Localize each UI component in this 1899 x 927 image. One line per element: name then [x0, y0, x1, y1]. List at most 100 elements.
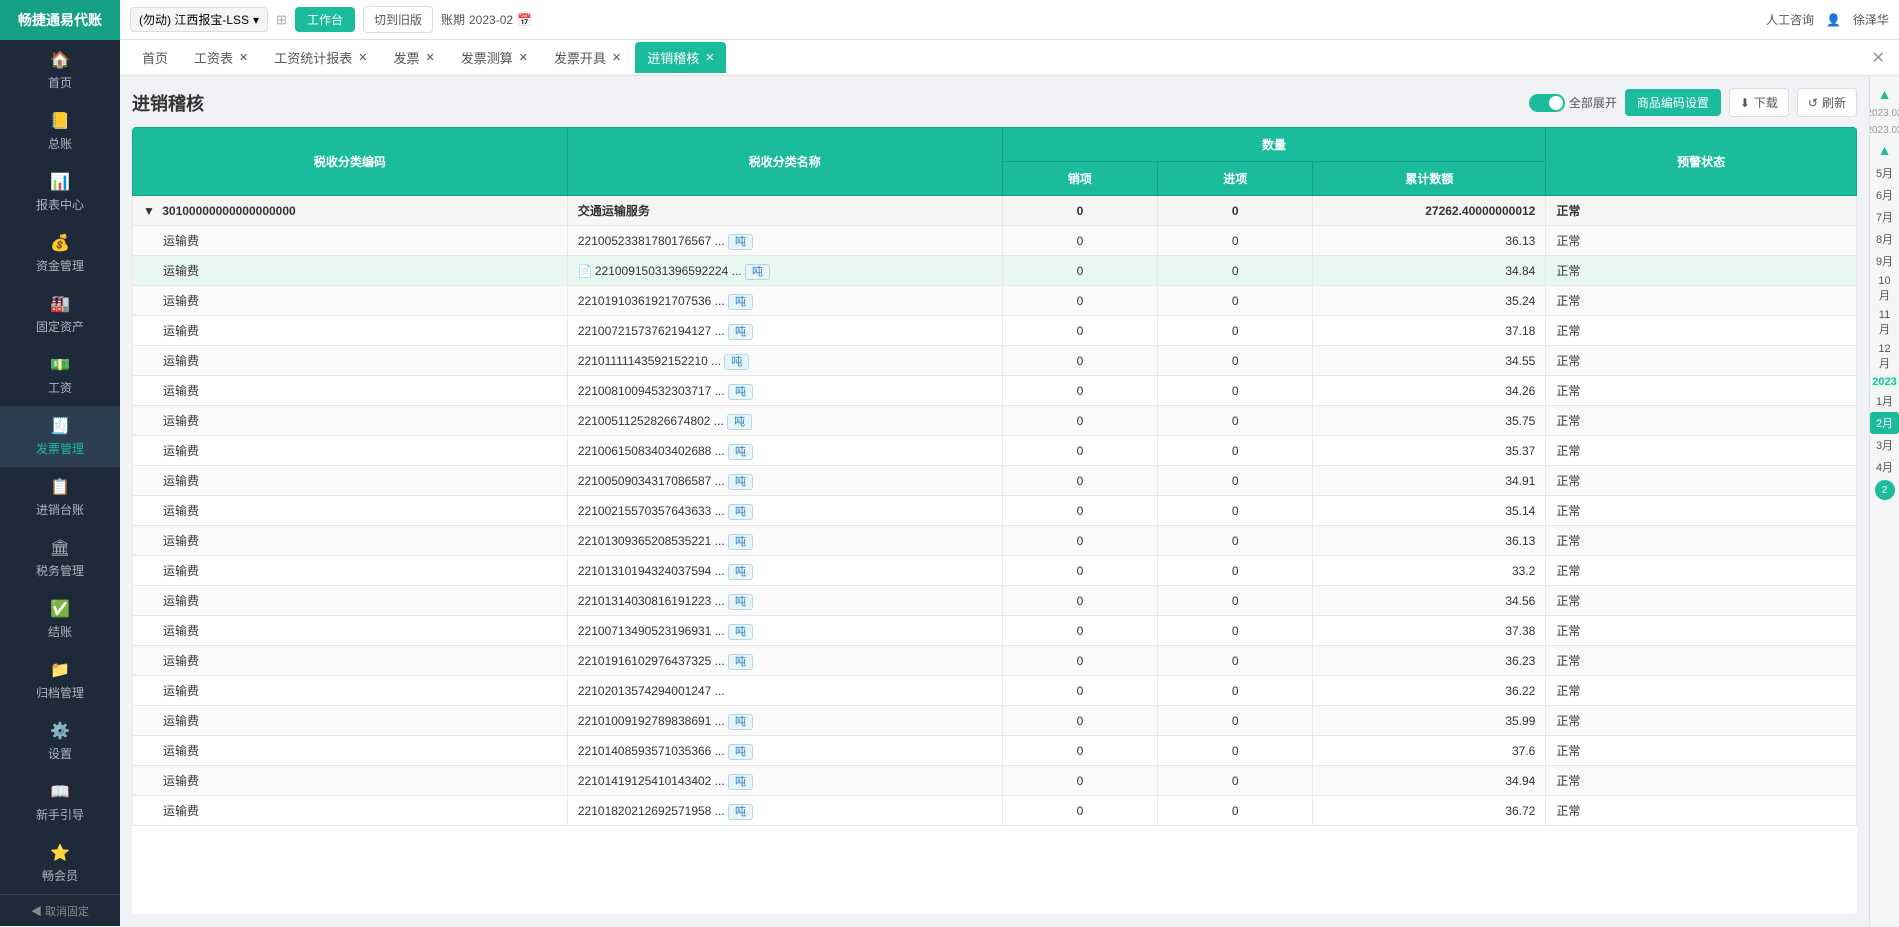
panel-up-arrow2[interactable]: ▲ — [1876, 140, 1894, 160]
table-container[interactable]: 税收分类编码 税收分类名称 数量 预警状态 销项 进项 累计数额 ▼ — [132, 127, 1857, 914]
unit-tag[interactable]: 吨 — [728, 534, 753, 550]
sidebar-icon-member: ⭐ — [50, 843, 70, 863]
cell-cumulative: 36.13 — [1313, 526, 1546, 556]
unit-tag[interactable]: 吨 — [728, 324, 753, 340]
month-item[interactable]: 2023 — [1870, 374, 1899, 390]
sidebar-item-home[interactable]: 🏠首页 — [0, 40, 120, 101]
tab-close-invoice[interactable]: ✕ — [426, 51, 435, 64]
month-item[interactable]: 7月 — [1870, 206, 1899, 228]
close-tab-btn[interactable]: ✕ — [1868, 48, 1889, 68]
company-selector[interactable]: (勿动) 江西报宝-LSS ▾ — [130, 7, 268, 32]
tab-close-salary[interactable]: ✕ — [239, 51, 248, 64]
tab-close-invoice-calc[interactable]: ✕ — [519, 51, 528, 64]
tab-invoice[interactable]: 发票✕ — [381, 42, 446, 73]
sidebar-item-member[interactable]: ⭐畅会员 — [0, 833, 120, 894]
panel-year-top2: 2023.02 — [1869, 123, 1899, 138]
sidebar-item-archive[interactable]: 📁归档管理 — [0, 650, 120, 711]
month-item[interactable]: 11月 — [1870, 306, 1899, 340]
switch-version-button[interactable]: 切到旧版 — [363, 6, 433, 33]
cell-sales: 0 — [1002, 256, 1157, 286]
month-item[interactable]: 5月 — [1870, 162, 1899, 184]
unit-tag[interactable]: 吨 — [728, 474, 753, 490]
cell-tax-code: ▼ 30100000000000000000 — [133, 196, 568, 226]
cell-name: 运输费 — [133, 646, 568, 676]
month-item[interactable]: 12月 — [1870, 340, 1899, 374]
sidebar-item-ledger[interactable]: 📒总账 — [0, 101, 120, 162]
sidebar-item-sales-ledger[interactable]: 📋进销台账 — [0, 467, 120, 528]
tab-reconcile[interactable]: 进销稽核✕ — [635, 42, 726, 73]
download-button[interactable]: ⬇ 下载 — [1729, 88, 1789, 117]
unit-tag[interactable]: 吨 — [728, 774, 753, 790]
workspace-button[interactable]: 工作台 — [295, 7, 355, 32]
copy-icon[interactable]: ⊞ — [276, 12, 287, 28]
unit-tag[interactable]: 吨 — [724, 354, 749, 370]
sidebar-item-settle[interactable]: ✅结账 — [0, 589, 120, 650]
unit-tag[interactable]: 吨 — [728, 444, 753, 460]
sidebar-icon-sales-ledger: 📋 — [50, 477, 70, 497]
sidebar-icon-guide: 📖 — [50, 782, 70, 802]
unit-tag[interactable]: 吨 — [728, 294, 753, 310]
month-item[interactable]: 3月 — [1870, 434, 1899, 456]
tab-close-invoice-open[interactable]: ✕ — [612, 51, 621, 64]
unit-tag[interactable]: 吨 — [728, 564, 753, 580]
expand-toggle[interactable]: 全部展开 — [1529, 94, 1617, 112]
month-item[interactable]: 9月 — [1870, 250, 1899, 272]
refresh-button[interactable]: ↺ 刷新 — [1797, 88, 1857, 117]
unit-tag[interactable]: 吨 — [728, 624, 753, 640]
sidebar-label-guide: 新手引导 — [36, 806, 84, 823]
unit-tag[interactable]: 吨 — [728, 804, 753, 820]
cell-cumulative: 34.84 — [1313, 256, 1546, 286]
current-month-circle[interactable]: 2 — [1875, 480, 1895, 500]
tab-close-salary-stats[interactable]: ✕ — [358, 51, 367, 64]
cell-purchase: 0 — [1158, 736, 1313, 766]
month-item[interactable]: 8月 — [1870, 228, 1899, 250]
sidebar-item-guide[interactable]: 📖 新手引导 — [0, 772, 120, 833]
unit-tag[interactable]: 吨 — [728, 714, 753, 730]
toggle-switch[interactable] — [1529, 94, 1565, 112]
sidebar-item-salary[interactable]: 💵工资 — [0, 345, 120, 406]
tab-home[interactable]: 首页 — [130, 42, 180, 73]
collapse-icon[interactable]: ▼ — [143, 204, 155, 218]
sidebar-item-tax[interactable]: 🏛税务管理 — [0, 528, 120, 589]
unit-tag[interactable]: 吨 — [728, 504, 753, 520]
product-code-setting-button[interactable]: 商品编码设置 — [1625, 89, 1721, 116]
support-btn[interactable]: 人工咨询 — [1766, 11, 1814, 28]
tab-invoice-calc[interactable]: 发票测算✕ — [449, 42, 540, 73]
calendar-icon[interactable]: 📅 — [517, 13, 532, 27]
unit-tag[interactable]: 吨 — [728, 654, 753, 670]
sidebar-item-fund[interactable]: 💰资金管理 — [0, 223, 120, 284]
tab-close-reconcile[interactable]: ✕ — [705, 51, 714, 64]
panel-up-arrow[interactable]: ▲ — [1876, 84, 1894, 104]
month-item[interactable]: 1月 — [1870, 390, 1899, 412]
month-item[interactable]: 4月 — [1870, 456, 1899, 478]
cell-invoice-no: 22101310194324037594 ... 吨 — [567, 556, 1002, 586]
cell-tax-name: 交通运输服务 — [567, 196, 1002, 226]
sidebar-label-asset: 固定资产 — [36, 318, 84, 335]
sidebar-item-invoice-mgmt[interactable]: 🧾发票管理 — [0, 406, 120, 467]
month-item[interactable]: 6月 — [1870, 184, 1899, 206]
cell-name: 运输费 — [133, 556, 568, 586]
month-item[interactable]: 10月 — [1870, 272, 1899, 306]
sidebar-collapse-btn[interactable]: ◀ 取消固定 — [0, 894, 120, 927]
unit-tag[interactable]: 吨 — [728, 234, 753, 250]
unit-tag[interactable]: 吨 — [728, 744, 753, 760]
table-row: 运输费 22101310194324037594 ... 吨 0 0 33.2 … — [133, 556, 1857, 586]
month-item[interactable]: 2月 — [1870, 412, 1899, 434]
cell-cumulative: 35.14 — [1313, 496, 1546, 526]
tab-salary-stats[interactable]: 工资统计报表✕ — [262, 42, 379, 73]
sidebar-item-asset[interactable]: 🏭固定资产 — [0, 284, 120, 345]
unit-tag[interactable]: 吨 — [728, 594, 753, 610]
tab-salary[interactable]: 工资表✕ — [182, 42, 260, 73]
cell-purchase: 0 — [1158, 286, 1313, 316]
cell-cumulative: 33.2 — [1313, 556, 1546, 586]
cell-status: 正常 — [1546, 646, 1857, 676]
cell-name: 运输费 — [133, 706, 568, 736]
unit-tag[interactable]: 吨 — [745, 264, 770, 280]
cell-invoice-no: 22101916102976437325 ... 吨 — [567, 646, 1002, 676]
sidebar-item-setting[interactable]: ⚙️设置 — [0, 711, 120, 772]
tab-invoice-open[interactable]: 发票开具✕ — [542, 42, 633, 73]
cell-sales: 0 — [1002, 526, 1157, 556]
sidebar-item-report[interactable]: 📊报表中心 — [0, 162, 120, 223]
unit-tag[interactable]: 吨 — [727, 414, 752, 430]
unit-tag[interactable]: 吨 — [728, 384, 753, 400]
